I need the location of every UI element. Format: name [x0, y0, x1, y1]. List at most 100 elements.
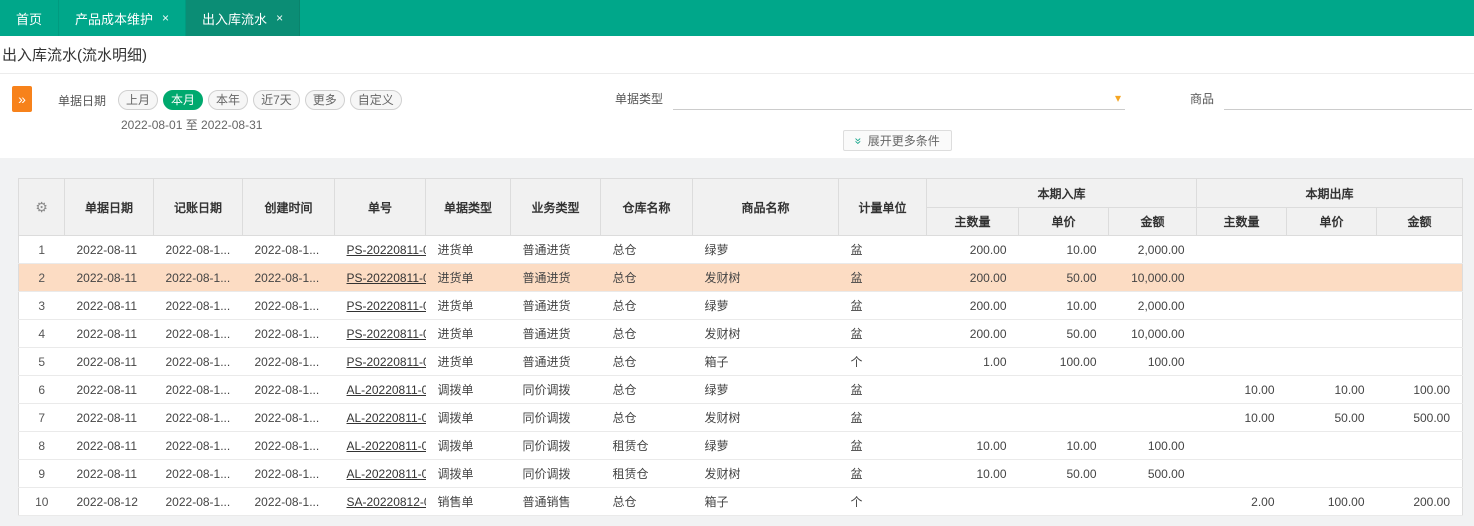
- gear-icon[interactable]: ⚙: [35, 199, 48, 215]
- tab-home[interactable]: 首页: [0, 0, 60, 36]
- cell-doc-date: 2022-08-11: [64, 235, 154, 264]
- table-row[interactable]: 8 2022-08-11 2022-08-1... 2022-08-1... AL-20…: [18, 431, 1464, 460]
- cell-doc-no: AL-20220811-0: [334, 375, 426, 404]
- cell-out-amount: [1376, 319, 1464, 348]
- doc-no-link[interactable]: PS-20220811-0: [347, 355, 426, 369]
- cell-product: 发财树: [692, 263, 839, 292]
- cell-out-qty: [1196, 319, 1287, 348]
- cell-book-date: 2022-08-1...: [153, 459, 243, 488]
- cell-warehouse: 总仓: [600, 263, 693, 292]
- cell-out-price: [1286, 235, 1377, 264]
- close-icon[interactable]: ×: [276, 12, 283, 24]
- cell-in-qty: [926, 403, 1019, 432]
- title-bar: 出入库流水(流水明细): [0, 36, 1474, 74]
- page-title: 出入库流水(流水明细): [2, 47, 147, 64]
- cell-warehouse: 总仓: [600, 347, 693, 376]
- cell-doc-date: 2022-08-12: [64, 487, 154, 516]
- cell-doc-type: 调拨单: [425, 403, 511, 432]
- doc-no-link[interactable]: AL-20220811-0: [347, 383, 426, 397]
- double-arrow-right-icon: »: [18, 91, 26, 107]
- col-header-out-amount: 金额: [1376, 207, 1464, 236]
- cell-create-time: 2022-08-1...: [242, 487, 335, 516]
- cell-out-amount: [1376, 263, 1464, 292]
- date-chip-option[interactable]: 自定义: [349, 90, 402, 110]
- cell-in-amount: [1108, 487, 1197, 516]
- doc-no-link[interactable]: AL-20220811-0: [347, 439, 426, 453]
- cell-in-price: 10.00: [1018, 291, 1109, 320]
- table-row[interactable]: 4 2022-08-11 2022-08-1... 2022-08-1... PS-20…: [18, 319, 1464, 348]
- cell-unit: 盆: [838, 375, 927, 404]
- cell-in-price: 10.00: [1018, 235, 1109, 264]
- table-row[interactable]: 3 2022-08-11 2022-08-1... 2022-08-1... PS-20…: [18, 291, 1464, 320]
- table-row[interactable]: 9 2022-08-11 2022-08-1... 2022-08-1... AL-20…: [18, 459, 1464, 488]
- group-header-inbound: 本期入库: [925, 178, 1198, 208]
- doc-no-link[interactable]: SA-20220812-0: [347, 495, 426, 509]
- table-row[interactable]: 1 2022-08-11 2022-08-1... 2022-08-1... PS-20…: [18, 235, 1464, 264]
- doc-no-link[interactable]: PS-20220811-0: [347, 271, 426, 285]
- cell-doc-type: 进货单: [425, 347, 511, 376]
- cell-in-price: 10.00: [1018, 431, 1109, 460]
- cell-warehouse: 总仓: [600, 487, 693, 516]
- doc-type-field: 单据类型 ▾: [615, 88, 1125, 110]
- tab-label: 产品成本维护: [75, 11, 154, 27]
- cell-in-amount: 100.00: [1108, 347, 1197, 376]
- cell-out-amount: [1376, 291, 1464, 320]
- cell-create-time: 2022-08-1...: [242, 235, 335, 264]
- date-chip-option[interactable]: 上月: [118, 90, 159, 110]
- cell-doc-type: 进货单: [425, 263, 511, 292]
- cell-out-price: 10.00: [1286, 375, 1377, 404]
- cell-doc-type: 调拨单: [425, 431, 511, 460]
- cell-doc-date: 2022-08-11: [64, 263, 154, 292]
- cell-out-price: 50.00: [1286, 403, 1377, 432]
- cell-in-qty: 1.00: [926, 347, 1019, 376]
- date-chip-selected[interactable]: 本月: [163, 90, 204, 110]
- cell-doc-date: 2022-08-11: [64, 375, 154, 404]
- cell-book-date: 2022-08-1...: [153, 403, 243, 432]
- cell-in-price: 50.00: [1018, 459, 1109, 488]
- cell-product: 箱子: [692, 347, 839, 376]
- expand-more-button[interactable]: » 展开更多条件: [843, 130, 952, 151]
- cell-unit: 盆: [838, 459, 927, 488]
- doc-no-link[interactable]: PS-20220811-0: [347, 299, 426, 313]
- sidebar-expand-button[interactable]: »: [12, 86, 32, 112]
- date-chip-option[interactable]: 本年: [208, 90, 249, 110]
- cell-product: 发财树: [692, 459, 839, 488]
- date-chip-option[interactable]: 更多: [304, 90, 345, 110]
- cell-biz-type: 普通进货: [510, 263, 601, 292]
- cell-product: 绿萝: [692, 375, 839, 404]
- col-header-doc-date: 单据日期: [64, 178, 154, 236]
- cell-out-qty: 2.00: [1196, 487, 1287, 516]
- doc-no-link[interactable]: AL-20220811-0: [347, 467, 426, 481]
- cell-create-time: 2022-08-1...: [242, 263, 335, 292]
- cell-in-qty: 200.00: [926, 235, 1019, 264]
- doc-no-link[interactable]: AL-20220811-0: [347, 411, 426, 425]
- cell-warehouse: 总仓: [600, 235, 693, 264]
- cell-biz-type: 普通进货: [510, 347, 601, 376]
- cell-in-qty: 200.00: [926, 263, 1019, 292]
- cell-create-time: 2022-08-1...: [242, 291, 335, 320]
- table-row[interactable]: 2 2022-08-11 2022-08-1... 2022-08-1... PS-20…: [18, 263, 1464, 292]
- close-icon[interactable]: ×: [162, 12, 169, 24]
- filter-panel: » 单据日期 上月 本月 本年 近7天 更多 自定义 2022-08-01 至 2022-…: [0, 74, 1474, 158]
- doc-no-link[interactable]: PS-20220811-0: [347, 327, 426, 341]
- cell-out-qty: 10.00: [1196, 375, 1287, 404]
- column-settings-header: ⚙: [18, 178, 65, 236]
- cell-doc-type: 调拨单: [425, 459, 511, 488]
- doc-no-link[interactable]: PS-20220811-0: [347, 243, 426, 257]
- tab-product-cost[interactable]: 产品成本维护 ×: [59, 0, 187, 36]
- table-row[interactable]: 7 2022-08-11 2022-08-1... 2022-08-1... AL-20…: [18, 403, 1464, 432]
- product-input[interactable]: [1224, 88, 1472, 110]
- chevron-down-icon: ▾: [1114, 91, 1121, 105]
- tab-label: 首页: [16, 11, 43, 27]
- cell-doc-no: AL-20220811-0: [334, 431, 426, 460]
- table-row[interactable]: 5 2022-08-11 2022-08-1... 2022-08-1... PS-20…: [18, 347, 1464, 376]
- cell-out-price: [1286, 319, 1377, 348]
- date-chip-option[interactable]: 近7天: [253, 90, 300, 110]
- table-row[interactable]: 10 2022-08-12 2022-08-1... 2022-08-1... SA-2…: [18, 487, 1464, 516]
- tab-inout-flow[interactable]: 出入库流水 ×: [186, 0, 301, 36]
- cell-book-date: 2022-08-1...: [153, 375, 243, 404]
- table-row[interactable]: 6 2022-08-11 2022-08-1... 2022-08-1... AL-20…: [18, 375, 1464, 404]
- col-header-create-time: 创建时间: [242, 178, 335, 236]
- doc-type-select[interactable]: ▾: [673, 88, 1125, 110]
- cell-warehouse: 总仓: [600, 291, 693, 320]
